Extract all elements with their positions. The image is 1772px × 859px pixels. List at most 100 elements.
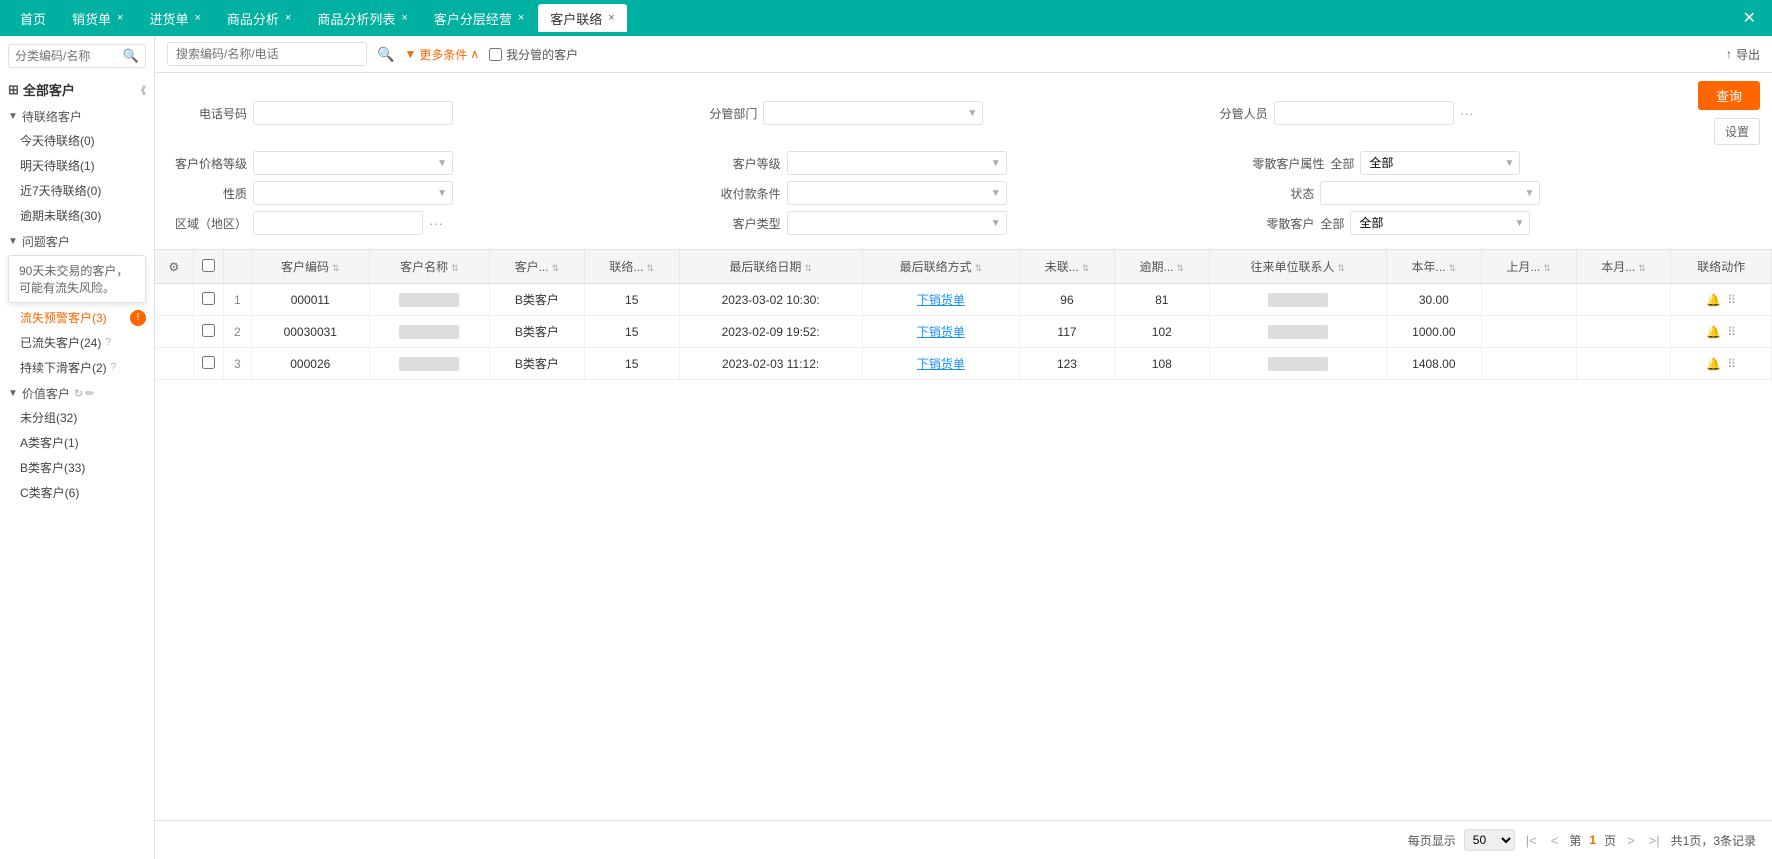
col-last-month[interactable]: 上月...⇅ (1481, 250, 1576, 284)
edit-icon[interactable]: ✏ (85, 387, 94, 400)
next-page-button[interactable]: > (1624, 833, 1638, 848)
cell-checkbox[interactable] (193, 284, 223, 316)
contact-icon[interactable]: 🔔 (1706, 325, 1721, 339)
col-uncontact[interactable]: 未联...⇅ (1020, 250, 1115, 284)
more-action-icon[interactable]: ⠿ (1727, 325, 1736, 339)
sidebar-group-problem[interactable]: ▼ 问题客户 (0, 228, 154, 253)
filter-select-type[interactable] (787, 211, 1007, 235)
cell-last-contact-method[interactable]: 下销货单 (862, 316, 1019, 348)
select-all-checkbox[interactable] (202, 259, 215, 272)
sidebar-group-pending[interactable]: ▼ 待联络客户 (0, 103, 154, 128)
row-checkbox[interactable] (202, 292, 215, 305)
close-icon[interactable]: × (194, 12, 200, 24)
filter-input-manager[interactable] (1274, 101, 1454, 125)
prev-page-button[interactable]: < (1548, 833, 1562, 848)
sidebar-group-value[interactable]: ▼ 价值客户 ↻ ✏ (0, 380, 154, 405)
sidebar-item-churned[interactable]: 已流失客户(24) ? (0, 330, 154, 355)
filter-input-phone[interactable] (253, 101, 453, 125)
tab-customer-contact[interactable]: 客户联络 × (538, 4, 626, 32)
close-icon[interactable]: × (285, 12, 291, 24)
filter-more-button[interactable]: ▼ 更多条件 ∧ (404, 46, 479, 63)
tab-product-analysis[interactable]: 商品分析 × (215, 4, 303, 32)
row-checkbox[interactable] (202, 356, 215, 369)
cell-last-contact-method[interactable]: 下销货单 (862, 348, 1019, 380)
col-settings[interactable]: ⚙ (155, 250, 193, 284)
tab-customer-segment[interactable]: 客户分层经营 × (422, 4, 536, 32)
filter-label-payment: 收付款条件 (701, 185, 781, 202)
filter-select-nature[interactable] (253, 181, 453, 205)
page-suffix: 页 (1604, 832, 1616, 849)
sort-icon: ⇅ (552, 263, 560, 273)
sidebar-item-tomorrow[interactable]: 明天待联络(1) (0, 153, 154, 178)
filter-search-input[interactable] (167, 42, 367, 66)
close-icon[interactable]: × (608, 12, 614, 24)
sidebar-all-customers[interactable]: ⊞ 全部客户 《 (0, 76, 154, 103)
more-link-icon[interactable]: ··· (1460, 105, 1474, 121)
col-type[interactable]: 客户...⇅ (489, 250, 584, 284)
query-button[interactable]: 查询 (1698, 81, 1760, 110)
filter-select-dept[interactable] (763, 101, 983, 125)
region-more-icon[interactable]: ··· (429, 215, 443, 231)
sidebar-item-churn-warning[interactable]: 流失预警客户(3) ! (0, 305, 154, 330)
filter-select-retail-customer[interactable]: 全部 (1350, 211, 1530, 235)
filter-select-retail[interactable]: 全部 (1360, 151, 1520, 175)
sidebar-item-ungrouped[interactable]: 未分组(32) (0, 405, 154, 430)
contact-icon[interactable]: 🔔 (1706, 357, 1721, 371)
col-overdue[interactable]: 逾期...⇅ (1114, 250, 1209, 284)
export-button[interactable]: ↑ 导出 (1726, 46, 1760, 63)
sidebar-item-b-class[interactable]: B类客户(33) (0, 455, 154, 480)
first-page-button[interactable]: |< (1523, 833, 1540, 848)
col-last-contact-method[interactable]: 最后联络方式⇅ (862, 250, 1019, 284)
refresh-icon[interactable]: ↻ (74, 387, 83, 400)
row-checkbox[interactable] (202, 324, 215, 337)
per-page-select[interactable]: 50 100 200 (1464, 829, 1515, 851)
filter-select-level[interactable] (787, 151, 1007, 175)
close-icon[interactable]: × (117, 12, 123, 24)
tab-purchase-order[interactable]: 进货单 × (137, 4, 212, 32)
filter-search-button[interactable]: 🔍 (377, 46, 394, 63)
tab-sales-order[interactable]: 销货单 × (60, 4, 135, 32)
tab-home[interactable]: 首页 (8, 4, 58, 32)
filter-select-status[interactable] (1320, 181, 1540, 205)
last-page-button[interactable]: >| (1646, 833, 1663, 848)
col-last-contact-date[interactable]: 最后联络日期⇅ (679, 250, 862, 284)
cell-checkbox[interactable] (193, 316, 223, 348)
sidebar-search-input[interactable] (15, 49, 123, 63)
filter-select-payment[interactable] (787, 181, 1007, 205)
cell-checkbox[interactable] (193, 348, 223, 380)
col-this-month[interactable]: 本月...⇅ (1576, 250, 1671, 284)
content-area: 🔍 ▼ 更多条件 ∧ 我分管的客户 ↑ 导出 电话号码 (155, 36, 1772, 859)
cell-last-contact-method[interactable]: 下销货单 (862, 284, 1019, 316)
my-customers-checkbox-label[interactable]: 我分管的客户 (489, 46, 578, 63)
sidebar-item-today[interactable]: 今天待联络(0) (0, 128, 154, 153)
customers-table: ⚙ 客户编码⇅ 客户名称⇅ 客户...⇅ 联络...⇅ 最后联络日期⇅ 最后联络… (155, 250, 1772, 380)
filter-select-price[interactable] (253, 151, 453, 175)
col-this-year[interactable]: 本年...⇅ (1386, 250, 1481, 284)
more-action-icon[interactable]: ⠿ (1727, 293, 1736, 307)
window-close-button[interactable]: ✕ (1735, 8, 1764, 28)
filter-select-level-wrap: ▼ (787, 151, 1007, 175)
settings-gear-icon[interactable]: ⚙ (169, 260, 180, 274)
sidebar-item-7days[interactable]: 近7天待联络(0) (0, 178, 154, 203)
more-action-icon[interactable]: ⠿ (1727, 357, 1736, 371)
col-contact-count[interactable]: 联络...⇅ (584, 250, 679, 284)
close-icon[interactable]: × (401, 12, 407, 24)
sidebar-search[interactable]: 🔍 (8, 44, 146, 68)
tab-product-analysis-list[interactable]: 商品分析列表 × (305, 4, 419, 32)
my-customers-checkbox[interactable] (489, 48, 502, 61)
sidebar-item-overdue[interactable]: 逾期未联络(30) (0, 203, 154, 228)
settings-button[interactable]: 设置 (1714, 118, 1760, 145)
col-contact-person[interactable]: 往来单位联系人⇅ (1209, 250, 1386, 284)
col-name[interactable]: 客户名称⇅ (369, 250, 489, 284)
sidebar-item-declining[interactable]: 持续下滑客户(2) ? (0, 355, 154, 380)
sidebar-item-c-class[interactable]: C类客户(6) (0, 480, 154, 505)
filter-input-region[interactable] (253, 211, 423, 235)
close-icon[interactable]: × (518, 12, 524, 24)
retail-attr-value: 全部 (1330, 155, 1354, 172)
total-records-label: 共1页，3条记录 (1671, 832, 1756, 849)
cell-name (369, 284, 489, 316)
sidebar-item-a-class[interactable]: A类客户(1) (0, 430, 154, 455)
cell-settings (155, 316, 193, 348)
col-code[interactable]: 客户编码⇅ (251, 250, 369, 284)
contact-icon[interactable]: 🔔 (1706, 293, 1721, 307)
